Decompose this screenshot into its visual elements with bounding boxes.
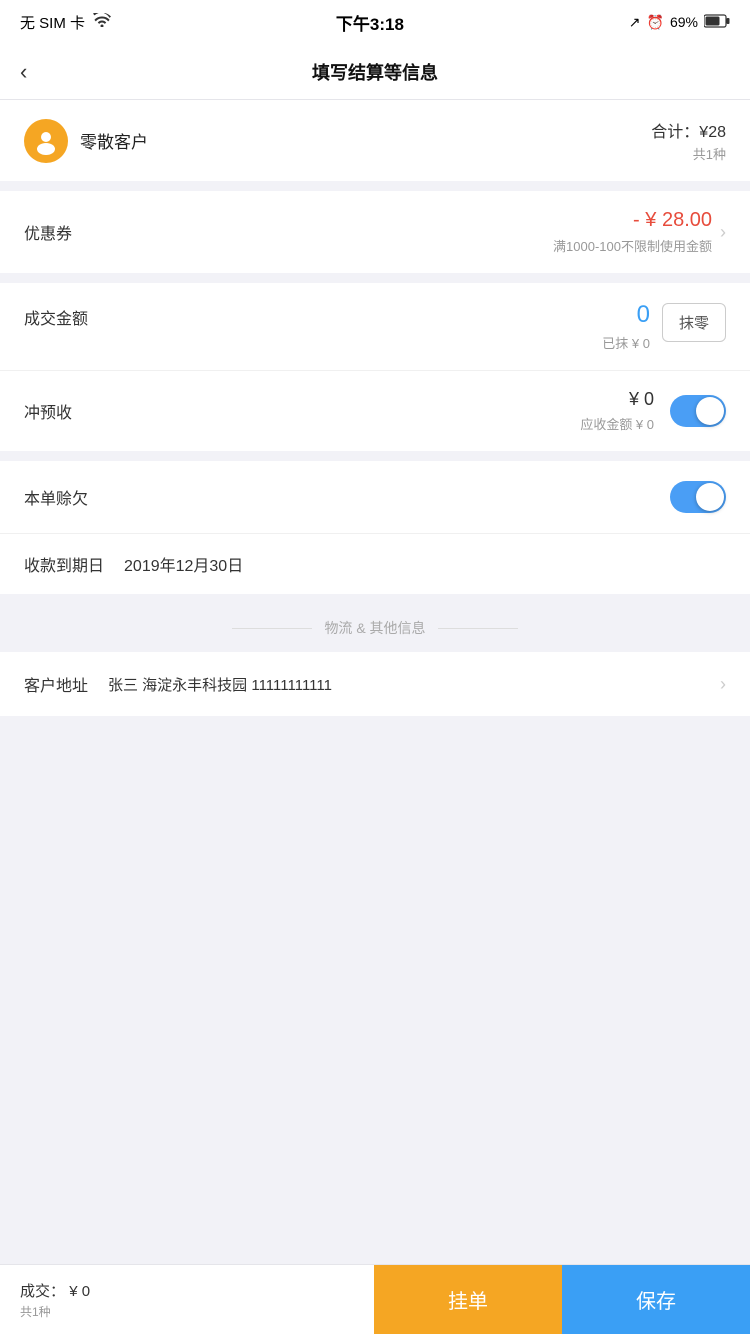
battery-icon (704, 14, 730, 31)
due-date-label: 收款到期日 (24, 552, 104, 576)
debt-toggle-knob (696, 483, 724, 511)
customer-info: 零散客户 (24, 119, 148, 163)
prepay-receivable: 应收金额 ¥ 0 (580, 414, 654, 433)
debt-label: 本单赊欠 (24, 485, 88, 509)
section-header-text: 物流 & 其他信息 (324, 618, 425, 638)
chevron-right-icon: › (720, 222, 726, 243)
due-date-value: 2019年12月30日 (124, 552, 243, 576)
coupon-label: 优惠券 (24, 220, 72, 244)
address-chevron-icon: › (720, 674, 726, 695)
nav-bar: ‹ 填写结算等信息 (0, 44, 750, 100)
debt-toggle[interactable] (670, 481, 726, 513)
debt-card: 本单赊欠 收款到期日 2019年12月30日 (0, 461, 750, 594)
debt-row: 本单赊欠 (0, 461, 750, 533)
customer-card: 零散客户 合计：¥28 共1种 (0, 100, 750, 181)
location-icon: ↗ (629, 14, 641, 31)
coupon-discount: - ¥ 28.00 (72, 209, 712, 232)
address-card: 客户地址 张三 海淀永丰科技园 11111111111 › (0, 652, 750, 716)
signal-text: 无 SIM 卡 (20, 12, 85, 33)
customer-total: 合计：¥28 共1种 (651, 118, 726, 163)
deal-right: 0 已抹 ¥ 0 抹零 (602, 301, 726, 352)
due-date-row: 收款到期日 2019年12月30日 (0, 533, 750, 594)
deal-erased: 已抹 ¥ 0 (602, 333, 650, 352)
status-bar: 无 SIM 卡 下午3:18 ↗ ⏰ 69% (0, 0, 750, 44)
prepay-values: ¥ 0 应收金额 ¥ 0 (580, 389, 654, 433)
battery-percent: 69% (670, 14, 698, 30)
deal-amount-label: 成交金额 (24, 301, 88, 329)
prepay-right: ¥ 0 应收金额 ¥ 0 (580, 389, 726, 433)
logistics-section-header: 物流 & 其他信息 (0, 604, 750, 652)
bottom-deal-amount: 成交： ¥ 0 (20, 1280, 354, 1301)
status-time: 下午3:18 (336, 10, 404, 35)
deal-value-block: 0 已抹 ¥ 0 (602, 301, 650, 352)
status-left: 无 SIM 卡 (20, 12, 111, 33)
address-value: 张三 海淀永丰科技园 11111111111 (108, 674, 720, 695)
back-button[interactable]: ‹ (20, 59, 27, 85)
coupon-card: 优惠券 - ¥ 28.00 满1000-100不限制使用金额 › (0, 191, 750, 273)
save-button[interactable]: 保存 (562, 1265, 750, 1334)
bottom-bar: 成交： ¥ 0 共1种 挂单 保存 (0, 1264, 750, 1334)
wifi-icon (93, 13, 111, 31)
customer-row: 零散客户 合计：¥28 共1种 (0, 100, 750, 181)
coupon-row[interactable]: 优惠券 - ¥ 28.00 满1000-100不限制使用金额 › (0, 191, 750, 273)
alarm-icon: ⏰ (647, 14, 664, 31)
address-label: 客户地址 (24, 672, 88, 696)
page-title: 填写结算等信息 (312, 59, 438, 85)
prepay-row: 冲预收 ¥ 0 应收金额 ¥ 0 (0, 371, 750, 451)
address-row[interactable]: 客户地址 张三 海淀永丰科技园 11111111111 › (0, 652, 750, 716)
deal-amount-row: 成交金额 0 已抹 ¥ 0 抹零 (0, 283, 750, 371)
coupon-description: 满1000-100不限制使用金额 (72, 236, 712, 255)
total-count: 共1种 (651, 144, 726, 163)
deal-value: 0 (602, 301, 650, 329)
toggle-knob (696, 397, 724, 425)
round-zero-button[interactable]: 抹零 (662, 303, 726, 342)
prepay-label: 冲预收 (24, 399, 72, 423)
hang-order-button[interactable]: 挂单 (374, 1265, 562, 1334)
bottom-info: 成交： ¥ 0 共1种 (0, 1280, 374, 1320)
total-amount: 合计：¥28 (651, 118, 726, 142)
prepay-toggle[interactable] (670, 395, 726, 427)
prepay-amount: ¥ 0 (580, 389, 654, 410)
deal-prepay-card: 成交金额 0 已抹 ¥ 0 抹零 冲预收 ¥ 0 应收金额 ¥ 0 (0, 283, 750, 451)
avatar (24, 119, 68, 163)
customer-name: 零散客户 (80, 128, 148, 153)
status-right: ↗ ⏰ 69% (629, 14, 730, 31)
bottom-deal-count: 共1种 (20, 1303, 354, 1320)
